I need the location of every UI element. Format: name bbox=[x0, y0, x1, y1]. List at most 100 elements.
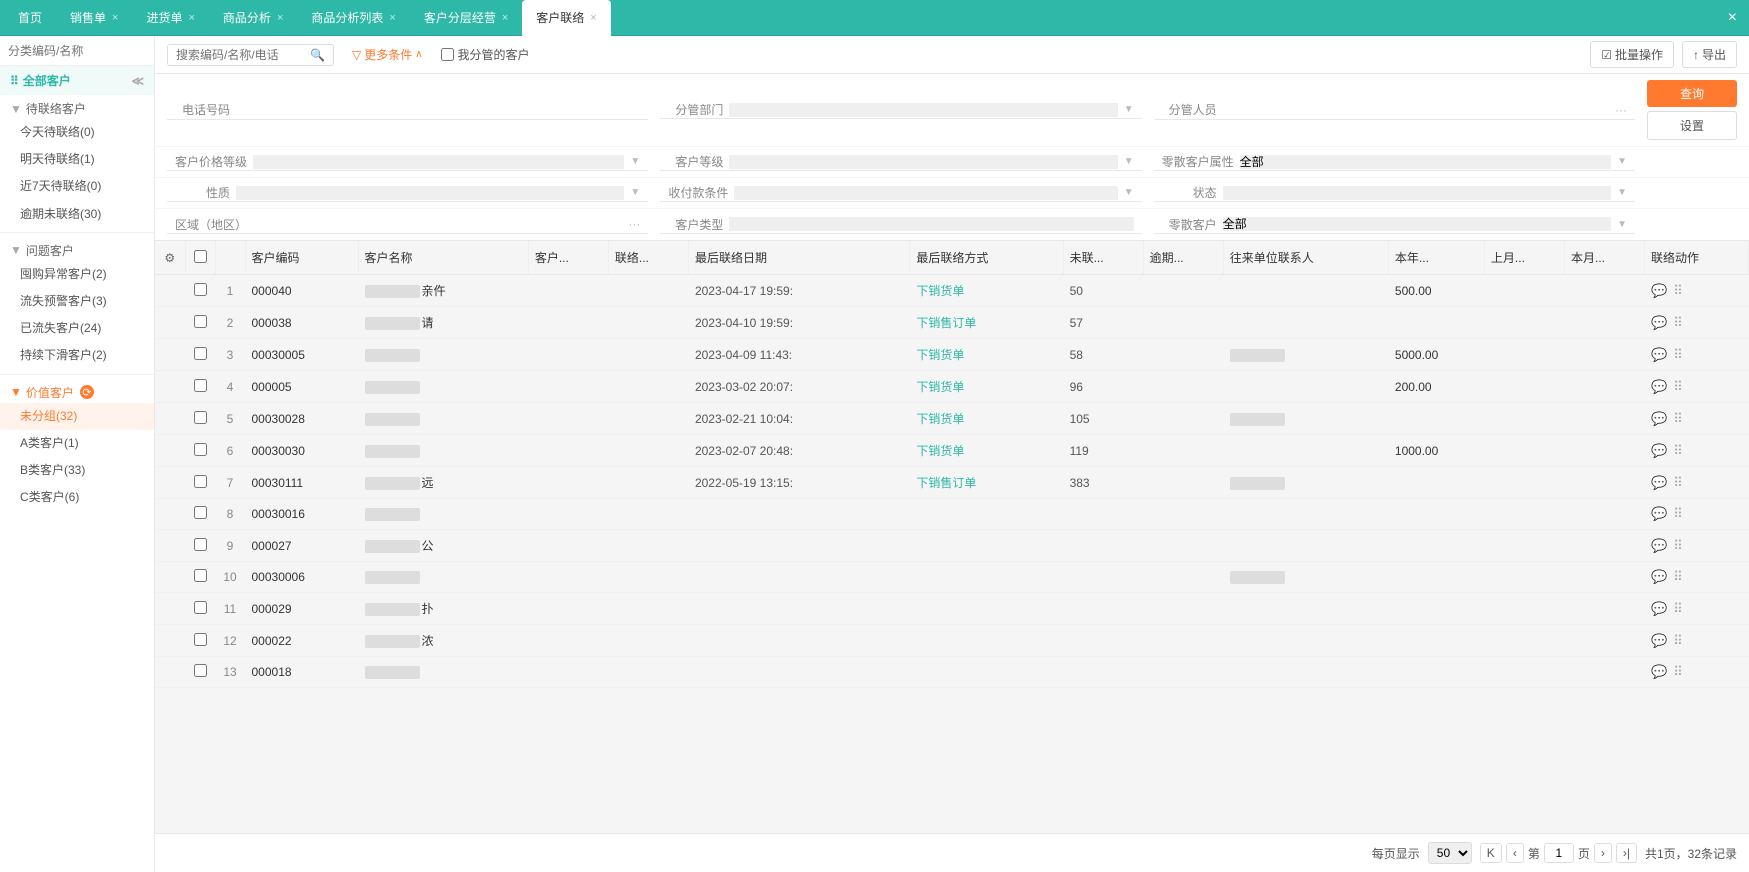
more-action-icon[interactable]: ⠿ bbox=[1673, 633, 1683, 649]
last-way-link[interactable]: 下销售订单 bbox=[916, 476, 976, 490]
tab-purchase-close[interactable]: × bbox=[188, 12, 194, 24]
sidebar-item-ungroup[interactable]: 未分组(32) bbox=[0, 403, 154, 430]
contact-action-icon[interactable]: 💬 bbox=[1651, 347, 1667, 363]
last-way-link[interactable]: 下销货单 bbox=[916, 284, 964, 298]
row-checkbox[interactable] bbox=[194, 601, 207, 614]
last-way-link[interactable]: 下销货单 bbox=[916, 348, 964, 362]
tab-customer-segment[interactable]: 客户分层经营 × bbox=[410, 0, 522, 36]
next-page-button[interactable]: › bbox=[1594, 843, 1612, 863]
tab-sales[interactable]: 销售单 × bbox=[56, 0, 132, 36]
col-header-contacts[interactable]: 往来单位联系人 bbox=[1223, 241, 1388, 275]
batch-operations-button[interactable]: ☑ 批量操作 bbox=[1590, 41, 1674, 68]
col-header-this-month[interactable]: 本月... bbox=[1564, 241, 1644, 275]
payment-select[interactable] bbox=[734, 186, 1117, 200]
sidebar-item-churned[interactable]: 已流失客户(24) bbox=[0, 315, 154, 342]
price-level-select[interactable] bbox=[253, 155, 624, 169]
sidebar-item-declining[interactable]: 持续下滑客户(2) bbox=[0, 342, 154, 369]
collapse-sidebar-icon[interactable]: ≪ bbox=[131, 74, 144, 88]
col-header-last-way[interactable]: 最后联络方式 bbox=[910, 241, 1063, 275]
last-way-cell[interactable]: 下销货单 bbox=[910, 435, 1063, 467]
more-action-icon[interactable]: ⠿ bbox=[1673, 601, 1683, 617]
row-checkbox[interactable] bbox=[194, 347, 207, 360]
row-checkbox[interactable] bbox=[194, 379, 207, 392]
more-action-icon[interactable]: ⠿ bbox=[1673, 379, 1683, 395]
prev-page-button[interactable]: ‹ bbox=[1506, 843, 1524, 863]
last-way-cell[interactable]: 下销货单 bbox=[910, 403, 1063, 435]
sidebar-item-tomorrow[interactable]: 明天待联络(1) bbox=[0, 146, 154, 173]
sidebar-item-class-b[interactable]: B类客户(33) bbox=[0, 457, 154, 484]
more-action-icon[interactable]: ⠿ bbox=[1673, 538, 1683, 554]
person-input[interactable] bbox=[1223, 101, 1609, 119]
gender-select[interactable] bbox=[236, 186, 624, 200]
more-action-icon[interactable]: ⠿ bbox=[1673, 506, 1683, 522]
sidebar-item-class-a[interactable]: A类客户(1) bbox=[0, 430, 154, 457]
sidebar-group-problem-header[interactable]: ▼ 问题客户 bbox=[0, 237, 154, 261]
row-checkbox[interactable] bbox=[194, 315, 207, 328]
phone-input[interactable] bbox=[236, 101, 640, 119]
last-way-cell[interactable] bbox=[910, 499, 1063, 530]
row-checkbox[interactable] bbox=[194, 664, 207, 677]
person-more-icon[interactable]: ··· bbox=[1615, 103, 1627, 117]
checkbox-cell[interactable] bbox=[185, 275, 215, 307]
sidebar-item-churn-warning[interactable]: 流失预警客户(3) bbox=[0, 288, 154, 315]
row-checkbox[interactable] bbox=[194, 283, 207, 296]
checkbox-cell[interactable] bbox=[185, 562, 215, 593]
more-action-icon[interactable]: ⠿ bbox=[1673, 664, 1683, 680]
last-way-cell[interactable] bbox=[910, 562, 1063, 593]
last-way-cell[interactable] bbox=[910, 625, 1063, 657]
sidebar-item-today[interactable]: 今天待联络(0) bbox=[0, 119, 154, 146]
contact-action-icon[interactable]: 💬 bbox=[1651, 633, 1667, 649]
last-way-link[interactable]: 下销售订单 bbox=[916, 316, 976, 330]
last-way-cell[interactable]: 下销售订单 bbox=[910, 467, 1063, 499]
retail-customer-select[interactable]: 全部 bbox=[1223, 217, 1611, 231]
row-checkbox[interactable] bbox=[194, 411, 207, 424]
last-way-link[interactable]: 下销货单 bbox=[916, 380, 964, 394]
page-number-input[interactable] bbox=[1544, 843, 1574, 863]
first-page-button[interactable]: K bbox=[1480, 843, 1502, 863]
row-checkbox[interactable] bbox=[194, 569, 207, 582]
dept-select[interactable] bbox=[729, 103, 1117, 117]
export-button[interactable]: ↑ 导出 bbox=[1682, 41, 1737, 68]
col-header-last-date[interactable]: 最后联络日期 bbox=[688, 241, 909, 275]
contact-action-icon[interactable]: 💬 bbox=[1651, 475, 1667, 491]
checkbox-cell[interactable] bbox=[185, 625, 215, 657]
my-customers-checkbox[interactable] bbox=[441, 48, 454, 61]
contact-action-icon[interactable]: 💬 bbox=[1651, 283, 1667, 299]
col-header-contact[interactable]: 联络... bbox=[608, 241, 688, 275]
more-action-icon[interactable]: ⠿ bbox=[1673, 347, 1683, 363]
tab-sales-close[interactable]: × bbox=[112, 12, 118, 24]
status-select[interactable] bbox=[1223, 186, 1611, 200]
row-checkbox[interactable] bbox=[194, 506, 207, 519]
more-action-icon[interactable]: ⠿ bbox=[1673, 411, 1683, 427]
tab-product-analysis[interactable]: 商品分析 × bbox=[209, 0, 297, 36]
more-action-icon[interactable]: ⠿ bbox=[1673, 283, 1683, 299]
row-checkbox[interactable] bbox=[194, 633, 207, 646]
sidebar-item-7days[interactable]: 近7天待联络(0) bbox=[0, 173, 154, 200]
sidebar-group-pending-header[interactable]: ▼ 待联络客户 bbox=[0, 95, 154, 119]
search-input[interactable] bbox=[176, 48, 306, 62]
col-header-customer-type[interactable]: 客户... bbox=[528, 241, 608, 275]
contact-action-icon[interactable]: 💬 bbox=[1651, 411, 1667, 427]
contact-action-icon[interactable]: 💬 bbox=[1651, 379, 1667, 395]
sidebar-item-class-c[interactable]: C类客户(6) bbox=[0, 484, 154, 511]
tab-customer-contact[interactable]: 客户联络 × bbox=[522, 0, 610, 36]
checkbox-cell[interactable] bbox=[185, 530, 215, 562]
customer-type-select[interactable] bbox=[729, 217, 1133, 231]
last-way-cell[interactable] bbox=[910, 657, 1063, 688]
last-way-cell[interactable] bbox=[910, 530, 1063, 562]
checkbox-cell[interactable] bbox=[185, 499, 215, 530]
col-header-name[interactable]: 客户名称 bbox=[358, 241, 528, 275]
checkbox-cell[interactable] bbox=[185, 307, 215, 339]
refresh-icon[interactable]: ⟳ bbox=[80, 385, 94, 399]
more-action-icon[interactable]: ⠿ bbox=[1673, 315, 1683, 331]
col-header-code[interactable]: 客户编码 bbox=[245, 241, 358, 275]
sidebar-search-input[interactable] bbox=[8, 44, 155, 58]
contact-action-icon[interactable]: 💬 bbox=[1651, 506, 1667, 522]
checkbox-col-header[interactable] bbox=[185, 241, 215, 275]
checkbox-cell[interactable] bbox=[185, 435, 215, 467]
contact-action-icon[interactable]: 💬 bbox=[1651, 443, 1667, 459]
checkbox-cell[interactable] bbox=[185, 657, 215, 688]
last-page-button[interactable]: ›| bbox=[1616, 843, 1637, 863]
tab-product-analysis-list-close[interactable]: × bbox=[389, 12, 395, 24]
row-checkbox[interactable] bbox=[194, 443, 207, 456]
